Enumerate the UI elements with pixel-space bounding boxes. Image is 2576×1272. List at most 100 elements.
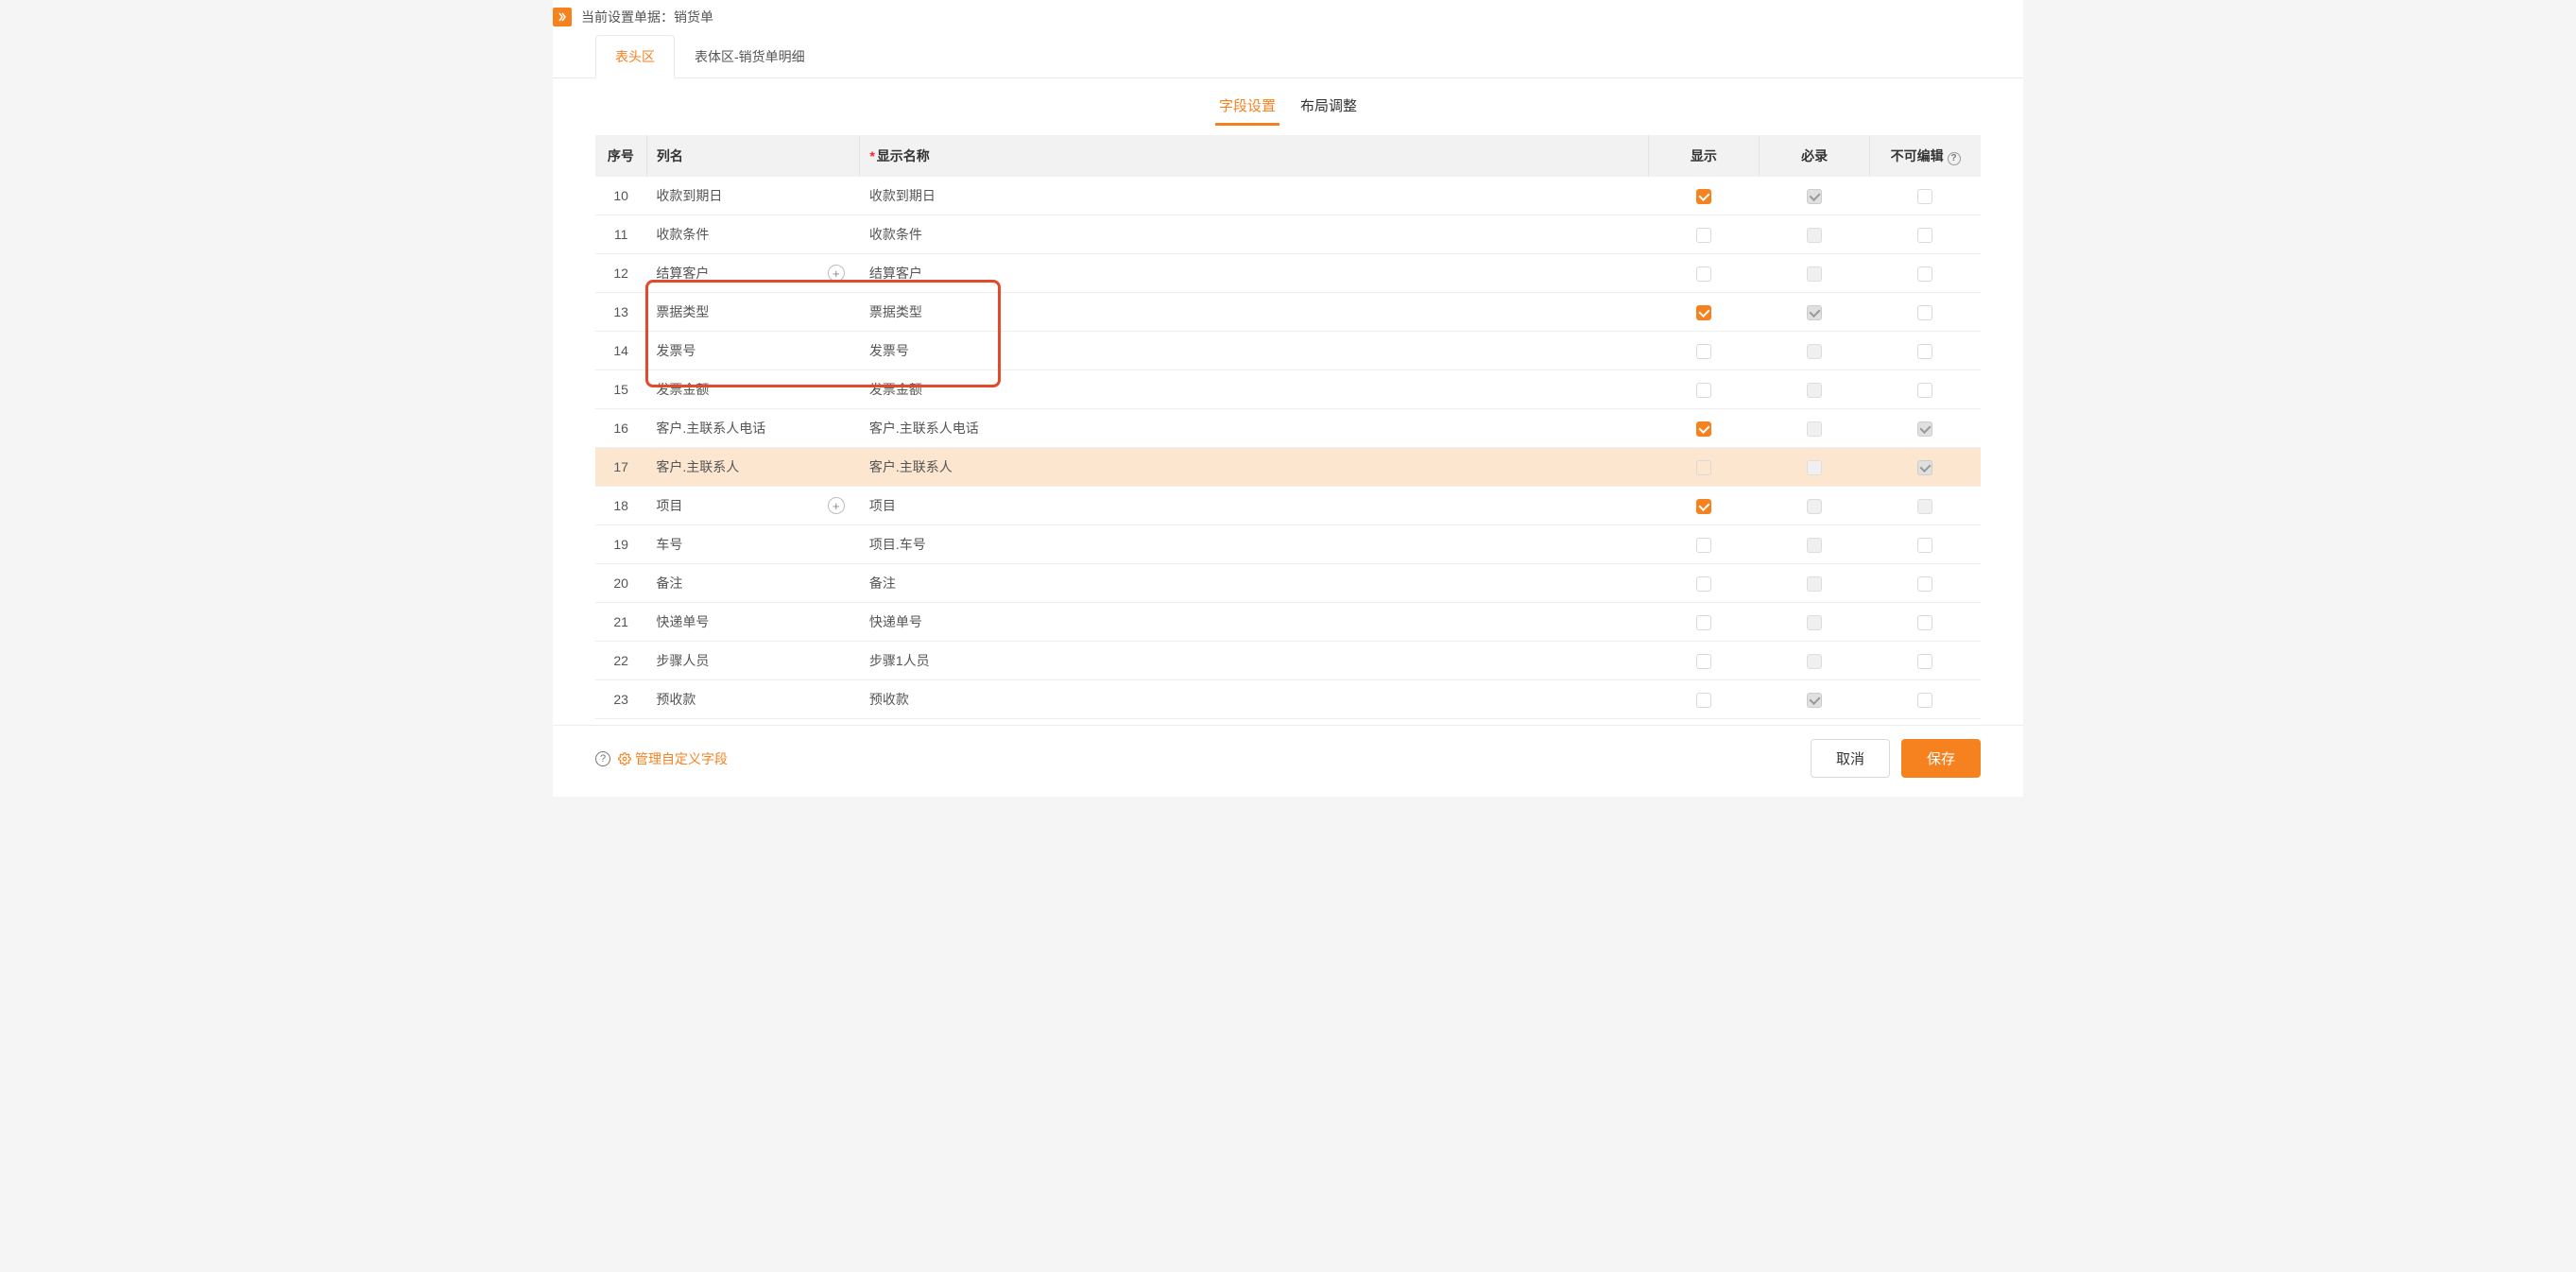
checkbox-required[interactable] bbox=[1807, 576, 1822, 592]
checkbox-required[interactable] bbox=[1807, 499, 1822, 514]
checkbox-readonly[interactable] bbox=[1917, 383, 1932, 398]
cell-required bbox=[1759, 448, 1869, 487]
cell-seq: 19 bbox=[595, 525, 646, 564]
save-button[interactable]: 保存 bbox=[1901, 739, 1981, 778]
question-icon[interactable]: ? bbox=[595, 751, 610, 766]
cell-readonly bbox=[1870, 564, 1981, 603]
table-row[interactable]: 23预收款预收款 bbox=[595, 680, 1981, 719]
checkbox-required[interactable] bbox=[1807, 228, 1822, 243]
checkbox-required[interactable] bbox=[1807, 383, 1822, 398]
col-required: 必录 bbox=[1759, 135, 1869, 177]
table-row[interactable]: 22步骤人员步骤1人员 bbox=[595, 642, 1981, 680]
cell-required bbox=[1759, 332, 1869, 370]
checkbox-show[interactable] bbox=[1696, 538, 1711, 553]
table-row[interactable]: 13票据类型票据类型 bbox=[595, 293, 1981, 332]
expand-icon[interactable] bbox=[553, 8, 572, 26]
cell-seq: 17 bbox=[595, 448, 646, 487]
tab-detail-area[interactable]: 表体区-销货单明细 bbox=[675, 35, 825, 78]
cell-display[interactable]: 快递单号 bbox=[860, 603, 1648, 642]
cell-display[interactable]: 步骤1人员 bbox=[860, 642, 1648, 680]
cell-display[interactable]: 收款条件 bbox=[860, 215, 1648, 254]
checkbox-show[interactable] bbox=[1696, 421, 1711, 437]
table-row[interactable]: 14发票号发票号 bbox=[595, 332, 1981, 370]
cell-display[interactable]: 发票号 bbox=[860, 332, 1648, 370]
checkbox-readonly[interactable] bbox=[1917, 344, 1932, 359]
checkbox-readonly[interactable] bbox=[1917, 693, 1932, 708]
checkbox-show[interactable] bbox=[1696, 693, 1711, 708]
footer-bar: ? 管理自定义字段 取消 保存 bbox=[553, 725, 2023, 797]
checkbox-readonly[interactable] bbox=[1917, 266, 1932, 282]
checkbox-readonly[interactable] bbox=[1917, 615, 1932, 630]
cell-show bbox=[1648, 254, 1759, 293]
checkbox-required[interactable] bbox=[1807, 305, 1822, 320]
checkbox-show[interactable] bbox=[1696, 460, 1711, 475]
checkbox-show[interactable] bbox=[1696, 615, 1711, 630]
tab-header-area[interactable]: 表头区 bbox=[595, 35, 675, 78]
checkbox-show[interactable] bbox=[1696, 189, 1711, 204]
cell-display[interactable]: 预收款 bbox=[860, 680, 1648, 719]
cell-required bbox=[1759, 409, 1869, 448]
cell-display[interactable]: 客户.主联系人 bbox=[860, 448, 1648, 487]
checkbox-show[interactable] bbox=[1696, 576, 1711, 592]
checkbox-required[interactable] bbox=[1807, 693, 1822, 708]
cell-display[interactable]: 项目 bbox=[860, 487, 1648, 525]
checkbox-show[interactable] bbox=[1696, 499, 1711, 514]
checkbox-readonly[interactable] bbox=[1917, 654, 1932, 669]
checkbox-readonly[interactable] bbox=[1917, 576, 1932, 592]
cell-display[interactable]: 备注 bbox=[860, 564, 1648, 603]
checkbox-show[interactable] bbox=[1696, 266, 1711, 282]
checkbox-readonly[interactable] bbox=[1917, 228, 1932, 243]
cell-display[interactable]: 结算客户 bbox=[860, 254, 1648, 293]
cell-display[interactable]: 发票金额 bbox=[860, 370, 1648, 409]
table-row[interactable]: 18项目+项目 bbox=[595, 487, 1981, 525]
checkbox-show[interactable] bbox=[1696, 654, 1711, 669]
checkbox-required[interactable] bbox=[1807, 615, 1822, 630]
checkbox-readonly[interactable] bbox=[1917, 421, 1932, 437]
table-row[interactable]: 21快递单号快递单号 bbox=[595, 603, 1981, 642]
plus-icon[interactable]: + bbox=[828, 497, 845, 514]
cell-display[interactable]: 票据类型 bbox=[860, 293, 1648, 332]
table-row[interactable]: 19车号项目.车号 bbox=[595, 525, 1981, 564]
checkbox-required[interactable] bbox=[1807, 654, 1822, 669]
cell-display[interactable]: 收款到期日 bbox=[860, 177, 1648, 215]
help-icon[interactable]: ? bbox=[1948, 152, 1961, 165]
checkbox-readonly[interactable] bbox=[1917, 305, 1932, 320]
manage-custom-fields-link[interactable]: 管理自定义字段 bbox=[618, 749, 728, 768]
table-row[interactable]: 17客户.主联系人客户.主联系人 bbox=[595, 448, 1981, 487]
table-row[interactable]: 15发票金额发票金额 bbox=[595, 370, 1981, 409]
checkbox-required[interactable] bbox=[1807, 460, 1822, 475]
cell-display[interactable]: 项目.车号 bbox=[860, 525, 1648, 564]
table-row[interactable]: 11收款条件收款条件 bbox=[595, 215, 1981, 254]
checkbox-readonly[interactable] bbox=[1917, 499, 1932, 514]
subtab-field-settings[interactable]: 字段设置 bbox=[1215, 95, 1279, 126]
col-name: 列名 bbox=[646, 135, 860, 177]
cell-name: 快递单号 bbox=[646, 603, 860, 642]
checkbox-required[interactable] bbox=[1807, 266, 1822, 282]
plus-icon[interactable]: + bbox=[828, 265, 845, 282]
cell-readonly bbox=[1870, 448, 1981, 487]
cell-display[interactable]: 客户.主联系人电话 bbox=[860, 409, 1648, 448]
cell-show bbox=[1648, 603, 1759, 642]
checkbox-show[interactable] bbox=[1696, 344, 1711, 359]
checkbox-readonly[interactable] bbox=[1917, 538, 1932, 553]
checkbox-required[interactable] bbox=[1807, 421, 1822, 437]
checkbox-required[interactable] bbox=[1807, 344, 1822, 359]
cell-show bbox=[1648, 680, 1759, 719]
field-table: 序号 列名 *显示名称 显示 必录 不可编辑? 10收款到期日收款到期日11收款… bbox=[595, 135, 1981, 719]
checkbox-show[interactable] bbox=[1696, 228, 1711, 243]
cancel-button[interactable]: 取消 bbox=[1811, 739, 1890, 778]
checkbox-show[interactable] bbox=[1696, 305, 1711, 320]
table-row[interactable]: 20备注备注 bbox=[595, 564, 1981, 603]
subtab-layout-adjust[interactable]: 布局调整 bbox=[1297, 95, 1361, 126]
cell-required bbox=[1759, 215, 1869, 254]
checkbox-readonly[interactable] bbox=[1917, 460, 1932, 475]
table-row[interactable]: 16客户.主联系人电话客户.主联系人电话 bbox=[595, 409, 1981, 448]
checkbox-readonly[interactable] bbox=[1917, 189, 1932, 204]
cell-readonly bbox=[1870, 293, 1981, 332]
table-row[interactable]: 12结算客户+结算客户 bbox=[595, 254, 1981, 293]
checkbox-required[interactable] bbox=[1807, 538, 1822, 553]
table-row[interactable]: 10收款到期日收款到期日 bbox=[595, 177, 1981, 215]
cell-required bbox=[1759, 177, 1869, 215]
checkbox-show[interactable] bbox=[1696, 383, 1711, 398]
checkbox-required[interactable] bbox=[1807, 189, 1822, 204]
